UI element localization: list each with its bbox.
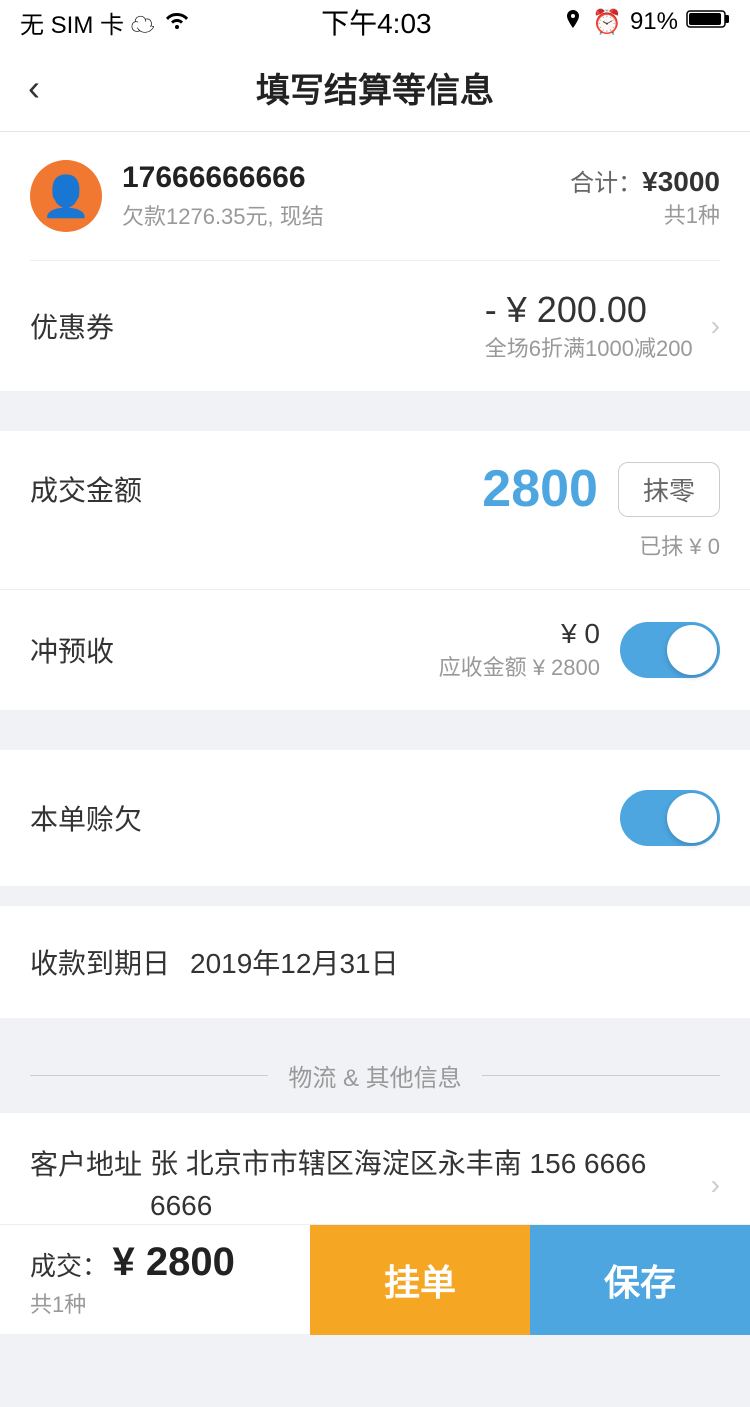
prereceive-main: ¥ 0: [439, 618, 600, 650]
logistics-line-left: [30, 1075, 268, 1076]
address-label: 客户地址: [30, 1143, 150, 1183]
prereceive-sub: 应收金额 ¥ 2800: [439, 650, 600, 682]
customer-total: 合计：¥3000 共1种: [570, 163, 720, 230]
amount-card: 成交金额 2800 抹零 已抹 ¥ 0 冲预收 ¥ 0 应收金额 ¥ 2800: [0, 431, 750, 710]
status-left: 无 SIM 卡 ☁: [20, 5, 191, 40]
total-count: 共1种: [570, 198, 720, 230]
back-button[interactable]: ‹: [28, 67, 40, 109]
customer-info: 17666666666 欠款1276.35元, 现结: [122, 161, 324, 231]
amount-sub: 已抹 ¥ 0: [30, 529, 720, 561]
prereceive-label: 冲预收: [30, 630, 114, 670]
duedate-value: 2019年12月31日: [190, 942, 399, 982]
prereceive-row: 冲预收 ¥ 0 应收金额 ¥ 2800: [30, 618, 720, 682]
amount-value: 2800: [482, 459, 598, 519]
deal-label: 成交：: [30, 1251, 108, 1281]
duedate-section: 收款到期日 2019年12月31日: [0, 906, 750, 1018]
customer-debt: 欠款1276.35元, 现结: [122, 199, 324, 231]
page-title: 填写结算等信息: [256, 63, 494, 112]
customer-phone: 17666666666: [122, 161, 324, 195]
coupon-label: 优惠券: [30, 306, 114, 346]
location-icon: [562, 8, 584, 37]
prereceive-toggle[interactable]: [620, 622, 720, 678]
prereceive-section: 冲预收 ¥ 0 应收金额 ¥ 2800: [0, 589, 750, 710]
toggle-knob: [667, 625, 717, 675]
amount-right: 2800 抹零: [482, 459, 720, 519]
grey-separator-2: [0, 730, 750, 750]
bottom-bar: 成交： ¥ 2800 共1种 挂单 保存: [0, 1224, 750, 1334]
battery-icon: [686, 8, 730, 37]
total-label-amount: 合计：¥3000: [570, 163, 720, 198]
status-time: 下午4:03: [321, 2, 432, 42]
no-sim-text: 无 SIM 卡 ☁: [20, 5, 155, 40]
hang-button[interactable]: 挂单: [310, 1225, 530, 1335]
avatar-icon: 👤: [41, 173, 91, 220]
debit-section: 本单赊欠: [0, 750, 750, 886]
logistics-text: 物流 & 其他信息: [288, 1058, 461, 1093]
avatar: 👤: [30, 160, 102, 232]
customer-left: 👤 17666666666 欠款1276.35元, 现结: [30, 160, 324, 232]
status-right: ⏰ 91%: [562, 8, 730, 37]
save-button[interactable]: 保存: [530, 1225, 750, 1335]
round-button[interactable]: 抹零: [618, 462, 720, 517]
coupon-discount: - ¥ 200.00: [485, 289, 693, 331]
coupon-right: - ¥ 200.00 全场6折满1000减200 ›: [485, 289, 720, 363]
debit-label: 本单赊欠: [30, 798, 142, 838]
logistics-line-right: [482, 1075, 720, 1076]
amount-label: 成交金额: [30, 469, 142, 509]
prereceive-amount: ¥ 0 应收金额 ¥ 2800: [439, 618, 600, 682]
bottom-summary: 成交： ¥ 2800 共1种: [0, 1240, 310, 1319]
address-chevron-icon: ›: [711, 1169, 720, 1201]
address-value: 张 北京市市辖区海淀区永丰南 156 6666 6666: [150, 1143, 701, 1227]
coupon-desc: 全场6折满1000减200: [485, 331, 693, 363]
total-label: 合计：: [570, 170, 642, 197]
nav-bar: ‹ 填写结算等信息: [0, 44, 750, 132]
logistics-header: 物流 & 其他信息: [0, 1038, 750, 1113]
debit-row: 本单赊欠: [0, 750, 750, 886]
coupon-row[interactable]: 优惠券 - ¥ 200.00 全场6折满1000减200 ›: [0, 261, 750, 391]
amount-section: 成交金额 2800 抹零 已抹 ¥ 0: [0, 431, 750, 589]
amount-row: 成交金额 2800 抹零: [30, 459, 720, 519]
duedate-row: 收款到期日 2019年12月31日: [30, 942, 720, 982]
alarm-icon: ⏰: [592, 8, 622, 37]
total-amount: ¥3000: [642, 166, 720, 197]
status-bar: 无 SIM 卡 ☁ 下午4:03 ⏰ 91%: [0, 0, 750, 44]
debit-toggle[interactable]: [620, 790, 720, 846]
prereceive-right: ¥ 0 应收金额 ¥ 2800: [439, 618, 720, 682]
wifi-icon: [163, 8, 191, 36]
duedate-label: 收款到期日: [30, 942, 170, 982]
grey-separator: [0, 411, 750, 431]
coupon-chevron-icon: ›: [711, 310, 720, 342]
battery-text: 91%: [630, 8, 678, 36]
customer-row: 👤 17666666666 欠款1276.35元, 现结 合计：¥3000 共1…: [0, 132, 750, 260]
customer-card: 👤 17666666666 欠款1276.35元, 现结 合计：¥3000 共1…: [0, 132, 750, 391]
deal-count: 共1种: [30, 1287, 280, 1319]
debit-toggle-knob: [667, 793, 717, 843]
deal-amount: ¥ 2800: [112, 1240, 234, 1284]
